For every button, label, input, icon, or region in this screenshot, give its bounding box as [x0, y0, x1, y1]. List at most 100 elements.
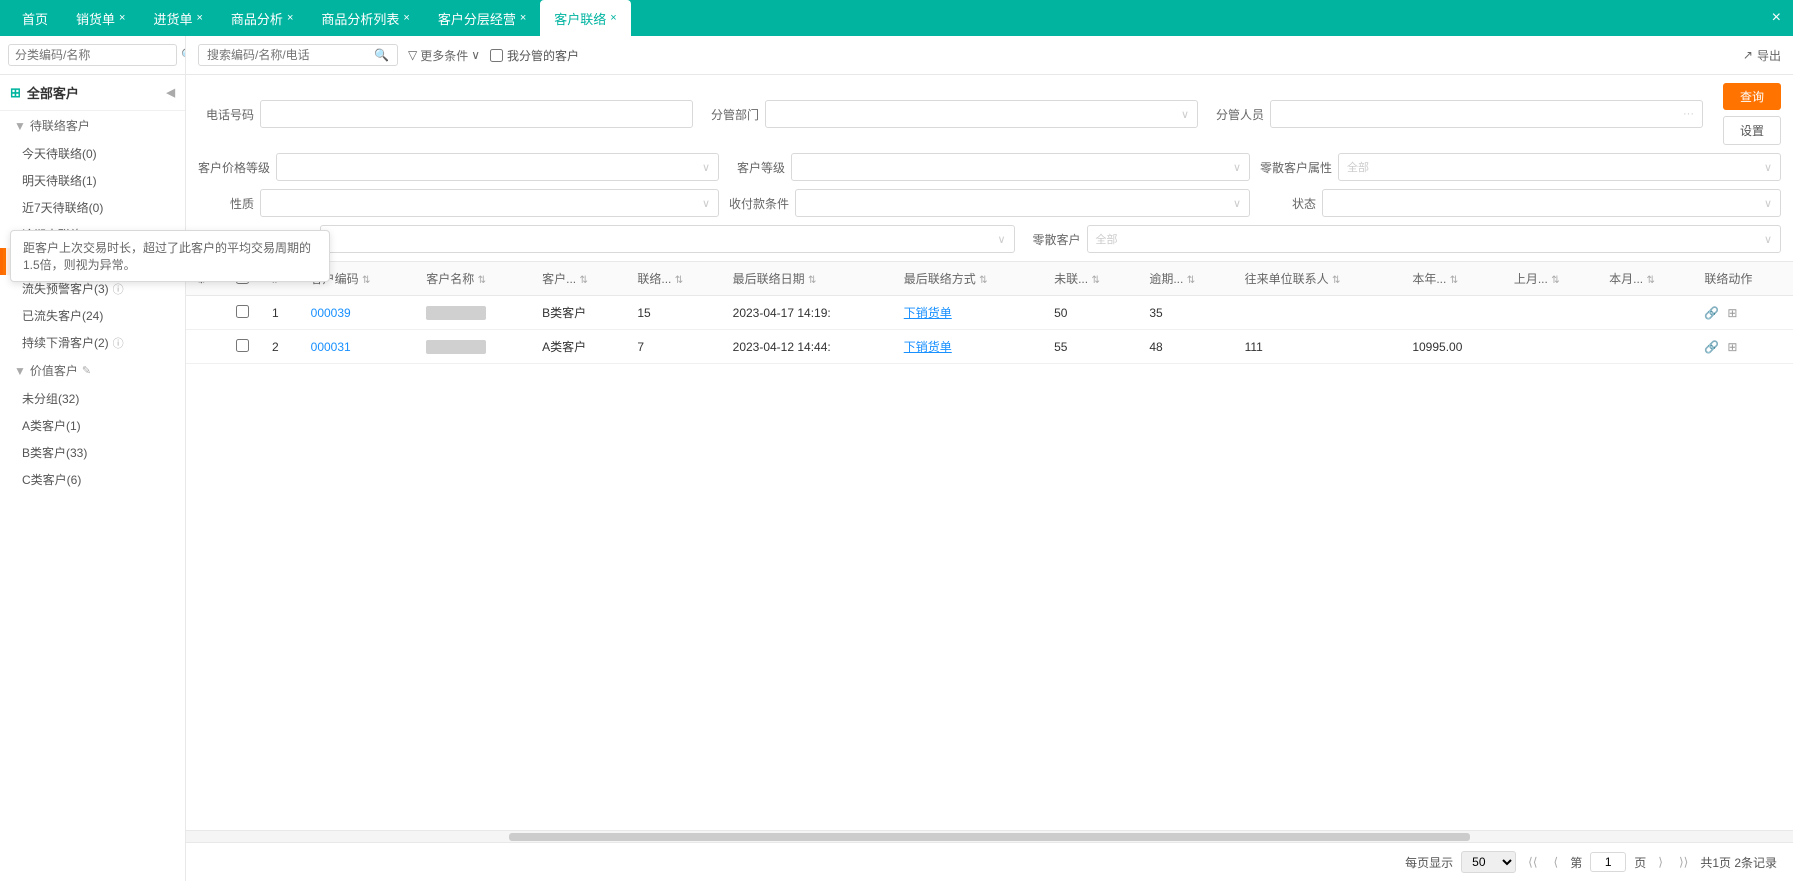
- row-checkbox[interactable]: [236, 305, 249, 318]
- nav-customer-segment[interactable]: 客户分层经营 ×: [424, 0, 540, 36]
- row-last-contact-date: 2023-04-17 14:19:: [723, 296, 894, 330]
- sidebar-item-churned[interactable]: 已流失客户(24): [0, 302, 185, 329]
- bottom-scroll-bar[interactable]: [186, 830, 1793, 842]
- phone-input[interactable]: [260, 100, 693, 128]
- chevron-down-icon-level: ∨: [1233, 161, 1241, 174]
- th-unlinkaged: 未联... ⇅: [1044, 262, 1139, 296]
- sort-icon-lmonth[interactable]: ⇅: [1551, 275, 1559, 286]
- window-close-btn[interactable]: ×: [1772, 9, 1781, 27]
- arrow-down-icon: ▼: [14, 119, 26, 133]
- sidebar-item-class-c[interactable]: C类客户(6): [0, 466, 185, 493]
- dept-select[interactable]: ∨: [765, 100, 1198, 128]
- export-icon: ↗: [1743, 48, 1753, 62]
- pagination-bar: 每页显示 50 100 200 ⟨⟨ ⟨ 第 页 ⟩ ⟩⟩ 共1页 2条记录: [186, 842, 1793, 881]
- sort-icon-year[interactable]: ⇅: [1450, 275, 1458, 286]
- sort-icon-level[interactable]: ⇅: [579, 275, 587, 286]
- search-input[interactable]: [207, 48, 374, 62]
- row-this-month: [1599, 330, 1694, 364]
- customer-level-select[interactable]: ∨: [791, 153, 1250, 181]
- sidebar-item-week7[interactable]: 近7天待联络(0): [0, 194, 185, 221]
- row-code[interactable]: 000031: [301, 330, 417, 364]
- gender-select[interactable]: ∨: [260, 189, 719, 217]
- manager-select[interactable]: ···: [1270, 100, 1703, 128]
- export-btn[interactable]: ↗ 导出: [1743, 47, 1781, 64]
- nav-goods-analysis-list-close[interactable]: ×: [403, 12, 409, 24]
- sort-icon-month[interactable]: ⇅: [1646, 275, 1654, 286]
- scroll-thumb[interactable]: [509, 833, 1471, 841]
- setting-btn[interactable]: 设置: [1723, 116, 1781, 145]
- nav-sales[interactable]: 销货单 ×: [62, 0, 139, 36]
- status-select[interactable]: ∨: [1322, 189, 1781, 217]
- action-link-icon[interactable]: 🔗: [1704, 306, 1719, 320]
- info-icon-declining[interactable]: ⓘ: [113, 335, 124, 351]
- sidebar-collapse-btn[interactable]: ◀: [167, 86, 175, 99]
- sidebar-item-class-b[interactable]: B类客户(33): [0, 439, 185, 466]
- action-link-icon[interactable]: 🔗: [1704, 340, 1719, 354]
- page-input[interactable]: [1590, 852, 1626, 872]
- my-customers-checkbox[interactable]: [490, 49, 503, 62]
- retail-customer-select[interactable]: 全部 ∨: [1087, 225, 1782, 253]
- price-level-select[interactable]: ∨: [276, 153, 719, 181]
- value-customers-group[interactable]: ▼ 价值客户 ✎: [0, 356, 185, 385]
- nav-customer-segment-close[interactable]: ×: [520, 12, 526, 24]
- sort-icon-name[interactable]: ⇅: [478, 275, 486, 286]
- manager-more-icon[interactable]: ···: [1683, 108, 1694, 120]
- action-grid-icon[interactable]: ⊞: [1727, 306, 1737, 320]
- row-level: A类客户: [532, 330, 627, 364]
- last-page-btn[interactable]: ⟩⟩: [1675, 853, 1692, 871]
- chevron-down-icon-payment: ∨: [1233, 197, 1241, 210]
- sidebar-item-tomorrow[interactable]: 明天待联络(1): [0, 167, 185, 194]
- filter-form: 电话号码 分管部门 ∨ 分管人员 ···: [186, 75, 1793, 262]
- nav-customer-contact[interactable]: 客户联络 ×: [540, 0, 630, 36]
- sort-icon-overdue[interactable]: ⇅: [1187, 275, 1195, 286]
- th-contact-count: 联络... ⇅: [627, 262, 722, 296]
- nav-customer-contact-close[interactable]: ×: [610, 12, 616, 24]
- sort-icon-code[interactable]: ⇅: [362, 275, 370, 286]
- payment-select[interactable]: ∨: [795, 189, 1250, 217]
- action-grid-icon[interactable]: ⊞: [1727, 340, 1737, 354]
- row-checkbox[interactable]: [236, 339, 249, 352]
- nav-purchase[interactable]: 进货单 ×: [139, 0, 216, 36]
- customer-type-select[interactable]: ∨: [320, 225, 1015, 253]
- sort-icon-date[interactable]: ⇅: [808, 275, 816, 286]
- sidebar-item-ungrouped[interactable]: 未分组(32): [0, 385, 185, 412]
- first-page-btn[interactable]: ⟨⟨: [1524, 853, 1541, 871]
- sort-icon-unlinked[interactable]: ⇅: [1091, 275, 1099, 286]
- customer-level-label: 客户等级: [729, 159, 785, 176]
- top-nav: 首页 销货单 × 进货单 × 商品分析 × 商品分析列表 × 客户分层经营 × …: [0, 0, 1793, 36]
- retail-attr-select[interactable]: 全部 ∨: [1338, 153, 1781, 181]
- per-page-select[interactable]: 50 100 200: [1461, 851, 1516, 873]
- total-info: 共1页 2条记录: [1700, 854, 1777, 871]
- nav-home[interactable]: 首页: [8, 0, 62, 36]
- sidebar-item-declining[interactable]: 持续下滑客户(2) ⓘ: [0, 329, 185, 356]
- more-conditions-btn[interactable]: ▽ 更多条件 ∨: [408, 47, 480, 64]
- nav-purchase-close[interactable]: ×: [196, 12, 202, 24]
- prev-page-btn[interactable]: ⟨: [1550, 853, 1563, 871]
- info-icon-churn[interactable]: ⓘ: [113, 281, 124, 297]
- row-code[interactable]: 000039: [301, 296, 417, 330]
- status-label: 状态: [1260, 195, 1316, 212]
- all-customers-title[interactable]: ⊞ 全部客户 ◀: [0, 75, 185, 111]
- nav-goods-analysis-close[interactable]: ×: [287, 12, 293, 24]
- sidebar-item-class-a[interactable]: A类客户(1): [0, 412, 185, 439]
- row-last-contact-method[interactable]: 下销货单: [894, 330, 1044, 364]
- sidebar-item-today[interactable]: 今天待联络(0): [0, 140, 185, 167]
- sidebar-search-input[interactable]: [8, 44, 177, 66]
- sort-icon-contact[interactable]: ⇅: [675, 275, 683, 286]
- my-customers-checkbox-label[interactable]: 我分管的客户: [490, 47, 579, 64]
- filter-bar: 🔍 ▽ 更多条件 ∨ 我分管的客户 ↗ 导出: [186, 36, 1793, 75]
- next-page-btn[interactable]: ⟩: [1654, 853, 1667, 871]
- nav-sales-close[interactable]: ×: [119, 12, 125, 24]
- row-contact-count: 15: [627, 296, 722, 330]
- sort-icon-method[interactable]: ⇅: [979, 275, 987, 286]
- nav-goods-analysis-list[interactable]: 商品分析列表 ×: [307, 0, 423, 36]
- search-icon[interactable]: 🔍: [374, 48, 389, 62]
- filter-row-1: 电话号码 分管部门 ∨ 分管人员 ···: [198, 83, 1781, 145]
- edit-icon[interactable]: ✎: [82, 364, 91, 377]
- query-btn[interactable]: 查询: [1723, 83, 1781, 110]
- sort-icon-person[interactable]: ⇅: [1332, 275, 1340, 286]
- page-suffix: 页: [1634, 854, 1646, 871]
- waiting-contact-group[interactable]: ▼ 待联络客户: [0, 111, 185, 140]
- row-last-contact-method[interactable]: 下销货单: [894, 296, 1044, 330]
- nav-goods-analysis[interactable]: 商品分析 ×: [217, 0, 307, 36]
